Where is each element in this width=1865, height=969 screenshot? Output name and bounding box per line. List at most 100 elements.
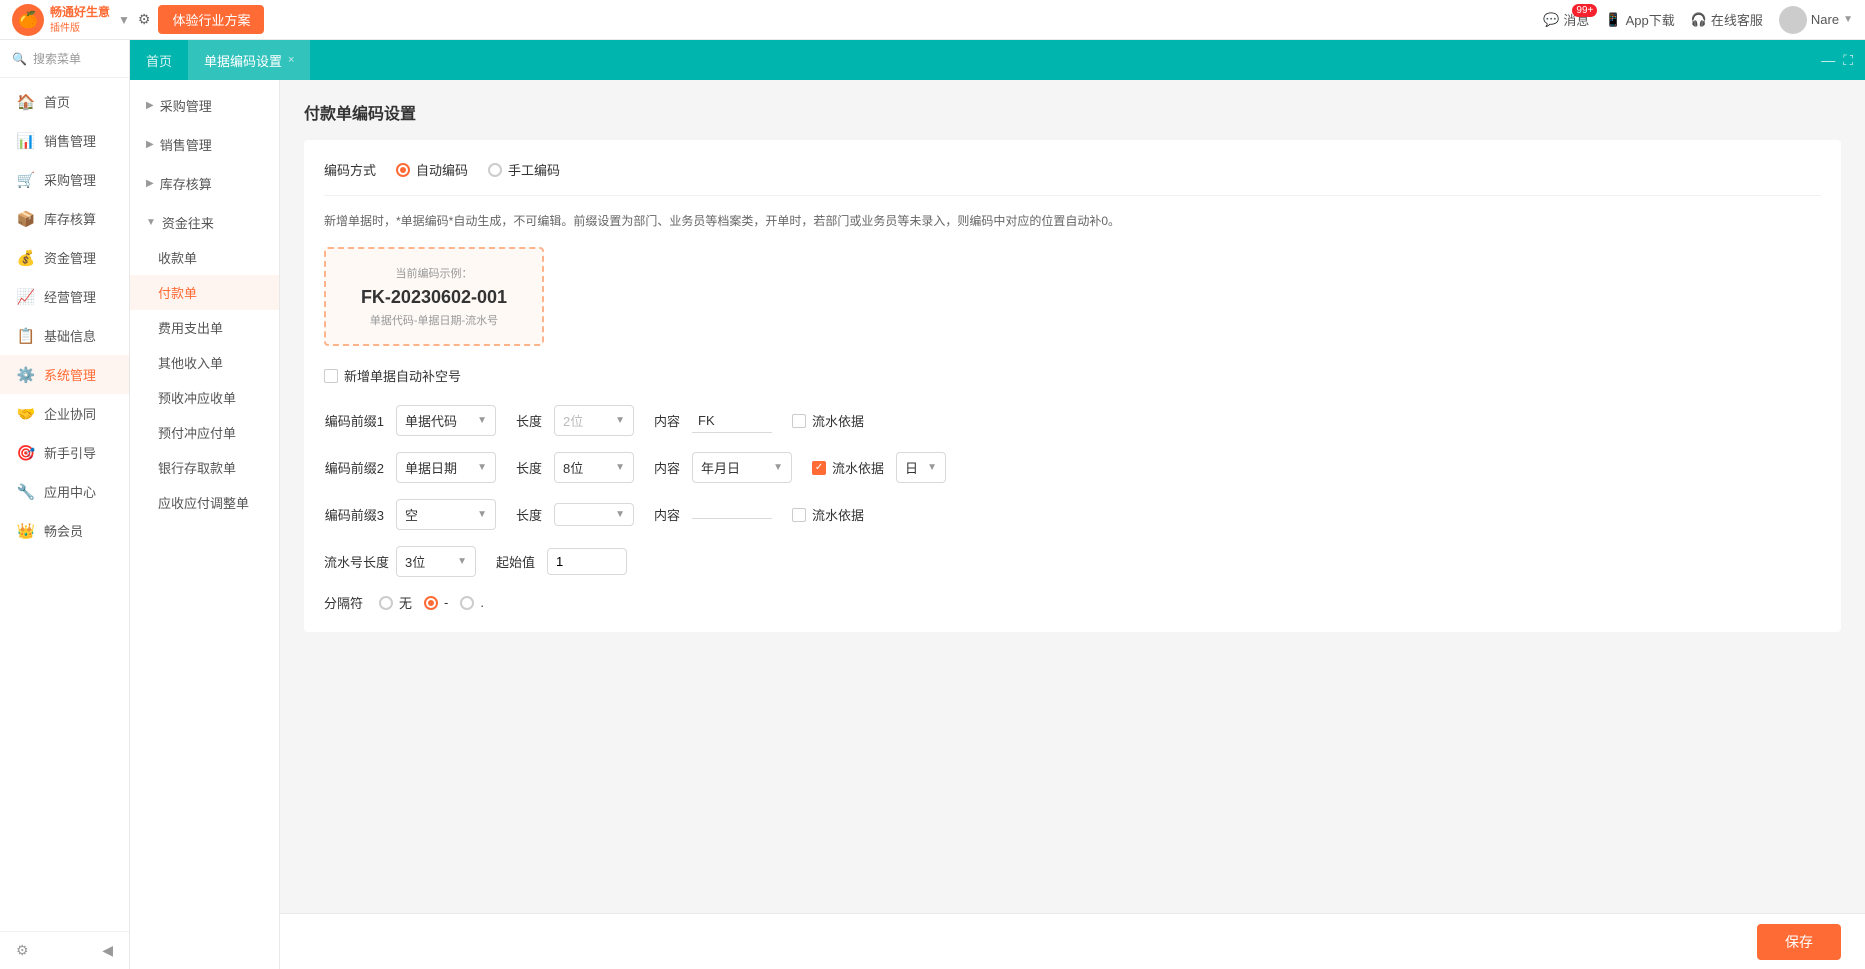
prefix2-length-select[interactable]: 8位 ▼: [554, 452, 634, 483]
submenu-group-inventory: ▶ 库存核算: [130, 166, 279, 201]
sidebar-item-system[interactable]: ⚙️ 系统管理: [0, 355, 129, 394]
sidebar-item-home[interactable]: 🏠 首页: [0, 82, 129, 121]
sidebar-item-purchase[interactable]: 🛒 采购管理: [0, 160, 129, 199]
operation-icon: 📈: [16, 288, 36, 306]
sep-none-radio[interactable]: 无: [379, 593, 412, 612]
settings-card: 编码方式 自动编码 手工编码: [304, 140, 1841, 632]
start-value-input[interactable]: [547, 548, 627, 575]
submenu-item-pre-receivable[interactable]: 预收冲应收单: [130, 380, 279, 415]
enterprise-icon: 🤝: [16, 405, 36, 423]
submenu-item-payment-label: 付款单: [158, 286, 197, 301]
auto-code-radio[interactable]: 自动编码: [396, 160, 468, 179]
submenu-item-receipt[interactable]: 收款单: [130, 240, 279, 275]
sidebar-item-enterprise[interactable]: 🤝 企业协同: [0, 394, 129, 433]
prefix2-select[interactable]: 单据日期 ▼: [396, 452, 496, 483]
app-download-label: App下载: [1626, 10, 1675, 29]
basic-icon: 📋: [16, 327, 36, 345]
submenu-arrow-finance: ▼: [146, 217, 156, 228]
prefix1-arrow: ▼: [477, 415, 487, 426]
sidebar-label-inventory: 库存核算: [44, 209, 96, 228]
save-button[interactable]: 保存: [1757, 924, 1841, 960]
inventory-icon: 📦: [16, 210, 36, 228]
submenu-item-ap-adjust[interactable]: 应收应付调整单: [130, 485, 279, 520]
tab-bar-right: — ⛶: [1821, 52, 1865, 69]
code-preview-value: FK-20230602-001: [346, 287, 522, 308]
sidebar-label-basic: 基础信息: [44, 326, 96, 345]
sidebar-item-newbie[interactable]: 🎯 新手引导: [0, 433, 129, 472]
sidebar-label-newbie: 新手引导: [44, 443, 96, 462]
settings-icon[interactable]: ⚙: [138, 11, 151, 28]
info-text: 新增单据时，*单据编码*自动生成，不可编辑。前缀设置为部门、业务员等档案类，开单…: [324, 212, 1821, 231]
prefix2-label: 编码前缀2: [324, 458, 384, 477]
tab-fullscreen-icon[interactable]: ⛶: [1843, 52, 1853, 69]
sidebar-label-purchase: 采购管理: [44, 170, 96, 189]
auto-code-radio-circle: [396, 163, 410, 177]
tab-minimize-icon[interactable]: —: [1821, 52, 1835, 68]
prefix3-row: 编码前缀3 空 ▼ 长度 ▼ 内容: [324, 499, 1821, 530]
submenu-item-bank-deposit-label: 银行存取款单: [158, 461, 236, 476]
auto-code-label: 自动编码: [416, 160, 468, 179]
submenu-group-finance: ▼ 资金往来 收款单 付款单 费用支出单 其他收入单: [130, 205, 279, 520]
auto-fill-checkbox[interactable]: [324, 369, 338, 383]
submenu-item-payment[interactable]: 付款单: [130, 275, 279, 310]
prefix2-serial-checkbox[interactable]: ✓ 流水依据: [812, 458, 884, 477]
submenu-header-purchase[interactable]: ▶ 采购管理: [130, 88, 279, 123]
tab-encoding-settings[interactable]: 单据编码设置 ×: [188, 40, 310, 80]
serial-length-select[interactable]: 3位 ▼: [396, 546, 476, 577]
sidebar-item-member[interactable]: 👑 畅会员: [0, 511, 129, 550]
submenu-header-inventory[interactable]: ▶ 库存核算: [130, 166, 279, 201]
sidebar-item-operation[interactable]: 📈 经营管理: [0, 277, 129, 316]
app-download-btn[interactable]: 📱 App下载: [1605, 10, 1674, 29]
submenu-header-sales[interactable]: ▶ 销售管理: [130, 127, 279, 162]
settings-bottom-icon[interactable]: ⚙: [16, 942, 29, 959]
prefix3-select[interactable]: 空 ▼: [396, 499, 496, 530]
online-service-btn[interactable]: 🎧 在线客服: [1691, 10, 1763, 29]
prefix1-serial-checkbox[interactable]: 流水依据: [792, 411, 864, 430]
submenu-item-bank-deposit[interactable]: 银行存取款单: [130, 450, 279, 485]
prefix3-value: 空: [405, 505, 418, 524]
prefix2-length-arrow: ▼: [615, 462, 625, 473]
submenu-item-pre-payable[interactable]: 预付冲应付单: [130, 415, 279, 450]
submenu-group-sales: ▶ 销售管理: [130, 127, 279, 162]
submenu-header-finance[interactable]: ▼ 资金往来: [130, 205, 279, 240]
purchase-icon: 🛒: [16, 171, 36, 189]
sep-dot-radio[interactable]: .: [460, 595, 484, 610]
sidebar-item-basic[interactable]: 📋 基础信息: [0, 316, 129, 355]
prefix3-length-select[interactable]: ▼: [554, 503, 634, 526]
submenu-item-other-income[interactable]: 其他收入单: [130, 345, 279, 380]
sidebar-label-finance: 资金管理: [44, 248, 96, 267]
prefix1-length-select[interactable]: 2位 ▼: [554, 405, 634, 436]
prefix3-serial-checkbox[interactable]: 流水依据: [792, 505, 864, 524]
separator-label: 分隔符: [324, 593, 363, 612]
sidebar-label-member: 畅会员: [44, 521, 83, 540]
sidebar-label-system: 系统管理: [44, 365, 96, 384]
tab-close-icon[interactable]: ×: [288, 54, 294, 66]
collapse-icon[interactable]: ◀: [102, 942, 113, 959]
appstore-icon: 🔧: [16, 483, 36, 501]
separator-row: 分隔符 无 -: [324, 593, 1821, 612]
sidebar-item-sales[interactable]: 📊 销售管理: [0, 121, 129, 160]
user-profile[interactable]: Nare ▼: [1779, 6, 1853, 34]
user-name: Nare: [1811, 12, 1839, 27]
experience-btn[interactable]: 体验行业方案: [158, 5, 264, 34]
tab-home[interactable]: 首页: [130, 40, 188, 80]
sep-dash-radio[interactable]: -: [424, 595, 448, 610]
submenu-item-expense[interactable]: 费用支出单: [130, 310, 279, 345]
prefix2-day-select[interactable]: 日 ▼: [896, 452, 946, 483]
prefix3-length-arrow: ▼: [615, 509, 625, 520]
sidebar-search[interactable]: 🔍 搜索菜单: [0, 40, 129, 78]
logo-text-block: 畅通好生意 插件版: [50, 5, 110, 34]
start-value-label: 起始值: [496, 552, 535, 571]
submenu-group-purchase: ▶ 采购管理: [130, 88, 279, 123]
prefix1-select[interactable]: 单据代码 ▼: [396, 405, 496, 436]
prefix2-content-select[interactable]: 年月日 ▼: [692, 452, 792, 483]
sidebar-label-operation: 经营管理: [44, 287, 96, 306]
sidebar-item-inventory[interactable]: 📦 库存核算: [0, 199, 129, 238]
sidebar-item-appstore[interactable]: 🔧 应用中心: [0, 472, 129, 511]
tab-home-label: 首页: [146, 51, 172, 70]
message-btn[interactable]: 💬 消息 99+: [1543, 10, 1589, 29]
arrow-down-icon[interactable]: ▼: [118, 13, 130, 27]
sidebar-item-finance[interactable]: 💰 资金管理: [0, 238, 129, 277]
manual-code-radio[interactable]: 手工编码: [488, 160, 560, 179]
home-icon: 🏠: [16, 93, 36, 111]
